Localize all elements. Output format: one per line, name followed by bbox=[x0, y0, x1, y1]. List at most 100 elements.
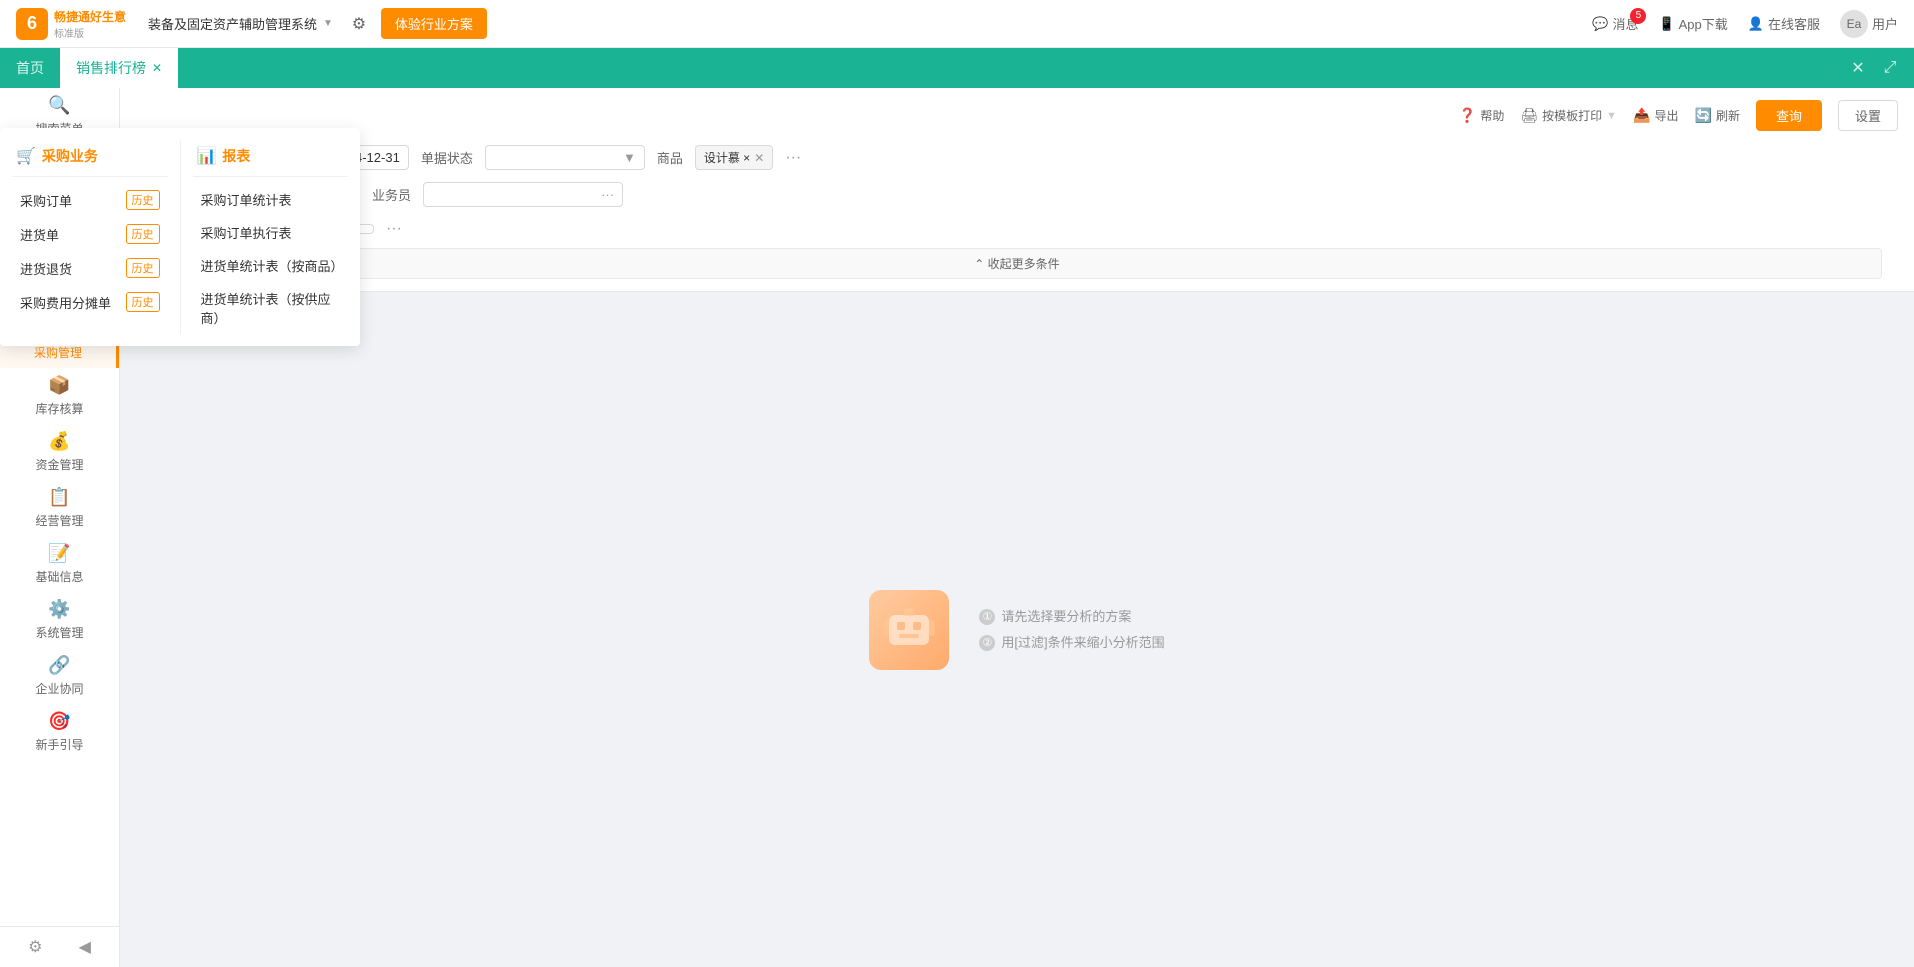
logo-icon: 6 bbox=[16, 8, 48, 40]
dropdown-purchase-col: 🛒 采购业务 采购订单 历史 进货单 历史 进货退货 历史 bbox=[0, 140, 180, 334]
sidebar-item-inventory[interactable]: 📦 库存核算 bbox=[0, 368, 119, 424]
sidebar-item-finance[interactable]: 💰 资金管理 bbox=[0, 424, 119, 480]
doc-status-arrow: ▼ bbox=[623, 150, 636, 165]
top-header: 6 畅捷通好生意 标准版 装备及固定资产辅助管理系统 ▼ ⚙ 体验行业方案 💬 … bbox=[0, 0, 1914, 48]
sidebar-collapse-button[interactable]: ◀ bbox=[79, 937, 91, 957]
dropdown-purchase-header: 🛒 采购业务 bbox=[12, 140, 168, 177]
system-title-arrow: ▼ bbox=[323, 18, 333, 29]
message-icon: 💬 bbox=[1592, 16, 1608, 32]
goods-tag: 设计慕 × ✕ bbox=[695, 145, 773, 170]
set-button[interactable]: 设置 bbox=[1838, 100, 1898, 131]
basic-info-icon: 📝 bbox=[48, 543, 70, 564]
empty-state: ① 请先选择要分析的方案 ② 用[过滤]条件来缩小分析范围 bbox=[120, 292, 1914, 967]
content-area: ❓ 帮助 🖨 按模板打印 ▼ 📤 导出 🔄 刷新 查询 设置 bbox=[120, 88, 1914, 967]
user-item[interactable]: Ea 用户 bbox=[1840, 10, 1898, 38]
history-badge-2: 历史 bbox=[126, 258, 160, 278]
collapse-button[interactable]: ⌃ 收起更多条件 bbox=[152, 248, 1882, 279]
avatar: Ea bbox=[1840, 10, 1868, 38]
main-layout: 🔍 搜索菜单 🏠 快捷导航 📢 营销推广 📊 销售管理 🛒 采购管理 📦 库存核… bbox=[0, 88, 1914, 967]
sidebar-bottom: ⚙ ◀ bbox=[0, 926, 119, 967]
dropdown-cols: 🛒 采购业务 采购订单 历史 进货单 历史 进货退货 历史 bbox=[0, 140, 360, 334]
print-arrow: ▼ bbox=[1606, 110, 1617, 122]
sidebar-item-basic-info[interactable]: 📝 基础信息 bbox=[0, 536, 119, 592]
dropdown-report-col: 📊 报表 采购订单统计表 采购订单执行表 进货单统计表（按商品） 进货单统计表（… bbox=[180, 140, 361, 334]
tabs-bar-right: ✕ ⤢ bbox=[1846, 56, 1914, 80]
online-service-item[interactable]: 👤 在线客服 bbox=[1748, 14, 1820, 33]
settings-icon-button[interactable]: ⚙ bbox=[345, 10, 373, 38]
filter-row-2: 排名项目 金额 ▼ 业务员 ··· bbox=[136, 180, 1898, 209]
print-button[interactable]: 🖨 按模板打印 ▼ bbox=[1520, 107, 1617, 124]
operations-icon: 📋 bbox=[48, 487, 70, 508]
dropdown-item-order-stat[interactable]: 采购订单统计表 bbox=[193, 183, 349, 216]
help-button[interactable]: ❓ 帮助 bbox=[1459, 107, 1504, 124]
system-title[interactable]: 装备及固定资产辅助管理系统 ▼ bbox=[136, 14, 345, 33]
export-button[interactable]: 📤 导出 bbox=[1633, 107, 1678, 124]
dropdown-item-incoming-stat-goods[interactable]: 进货单统计表（按商品） bbox=[193, 249, 349, 282]
dropdown-item-incoming-stat-supplier[interactable]: 进货单统计表（按供应商） bbox=[193, 282, 349, 334]
tab-home[interactable]: 首页 bbox=[0, 48, 60, 88]
tab-maximize[interactable]: ⤢ bbox=[1878, 56, 1902, 80]
dropdown-item-cost[interactable]: 采购费用分摊单 历史 bbox=[12, 285, 168, 319]
sidebar-settings-button[interactable]: ⚙ bbox=[28, 937, 42, 957]
empty-content: ① 请先选择要分析的方案 ② 用[过滤]条件来缩小分析范围 bbox=[869, 590, 1164, 670]
filter-bar: ❓ 帮助 🖨 按模板打印 ▼ 📤 导出 🔄 刷新 查询 设置 bbox=[120, 88, 1914, 292]
dropdown-item-return[interactable]: 进货退货 历史 bbox=[12, 251, 168, 285]
goods-label: 商品 bbox=[657, 148, 683, 167]
inventory-icon: 📦 bbox=[48, 375, 70, 396]
dropdown-report-header: 📊 报表 bbox=[193, 140, 349, 177]
search-menu-icon: 🔍 bbox=[48, 95, 70, 116]
tab-sales-rank[interactable]: 销售排行榜 ✕ bbox=[60, 48, 178, 88]
messages-item[interactable]: 💬 消息 5 bbox=[1592, 14, 1638, 33]
filter-row-3: 客户 ··· bbox=[136, 219, 1898, 238]
filter-toolbar: ❓ 帮助 🖨 按模板打印 ▼ 📤 导出 🔄 刷新 查询 设置 bbox=[136, 100, 1898, 131]
report-col-icon: 📊 bbox=[197, 146, 217, 166]
tip-num-1: ① bbox=[979, 609, 995, 625]
refresh-icon: 🔄 bbox=[1695, 107, 1712, 124]
logo-area: 6 畅捷通好生意 标准版 bbox=[16, 8, 136, 40]
guide-icon: 🎯 bbox=[48, 711, 70, 732]
goods-dots[interactable]: ··· bbox=[785, 149, 801, 167]
message-badge: 5 bbox=[1630, 8, 1646, 24]
tab-close-all[interactable]: ✕ bbox=[1846, 56, 1870, 80]
goods-tag-close[interactable]: ✕ bbox=[754, 151, 764, 165]
print-icon: 🖨 bbox=[1520, 107, 1538, 124]
history-badge-0: 历史 bbox=[126, 190, 160, 210]
query-button[interactable]: 查询 bbox=[1756, 100, 1822, 131]
filter-row-1: 近7天 更多 自定义 ~ 2024-12-31 单据状态 ▼ 商品 设计慕 × … bbox=[136, 145, 1898, 170]
tabs-bar: 首页 销售排行榜 ✕ ✕ ⤢ bbox=[0, 48, 1914, 88]
dropdown-item-purchase-order[interactable]: 采购订单 历史 bbox=[12, 183, 168, 217]
salesperson-select[interactable]: ··· bbox=[423, 182, 623, 207]
empty-tip-2: ② 用[过滤]条件来缩小分析范围 bbox=[979, 630, 1164, 656]
dropdown-item-incoming[interactable]: 进货单 历史 bbox=[12, 217, 168, 251]
empty-robot-icon bbox=[869, 590, 949, 670]
sidebar-item-enterprise[interactable]: 🔗 企业协同 bbox=[0, 648, 119, 704]
phone-icon: 📱 bbox=[1658, 16, 1674, 32]
app-download-item[interactable]: 📱 App下载 bbox=[1658, 14, 1727, 33]
customer-dots[interactable]: ··· bbox=[386, 220, 402, 238]
doc-status-select[interactable]: ▼ bbox=[485, 145, 645, 170]
service-icon: 👤 bbox=[1748, 16, 1764, 32]
finance-icon: 💰 bbox=[48, 431, 70, 452]
sidebar: 🔍 搜索菜单 🏠 快捷导航 📢 营销推广 📊 销售管理 🛒 采购管理 📦 库存核… bbox=[0, 88, 120, 967]
doc-status-label: 单据状态 bbox=[421, 148, 473, 167]
empty-tip-1: ① 请先选择要分析的方案 bbox=[979, 604, 1164, 630]
export-icon: 📤 bbox=[1633, 107, 1650, 124]
industry-button[interactable]: 体验行业方案 bbox=[381, 8, 487, 39]
dropdown-menu: 🛒 采购业务 采购订单 历史 进货单 历史 进货退货 历史 bbox=[0, 128, 360, 346]
history-badge-1: 历史 bbox=[126, 224, 160, 244]
tip-num-2: ② bbox=[979, 635, 995, 651]
system-icon: ⚙️ bbox=[48, 599, 70, 620]
help-icon: ❓ bbox=[1459, 107, 1476, 124]
refresh-button[interactable]: 🔄 刷新 bbox=[1695, 107, 1740, 124]
header-right: 💬 消息 5 📱 App下载 👤 在线客服 Ea 用户 bbox=[1592, 10, 1898, 38]
tab-close-icon[interactable]: ✕ bbox=[152, 61, 162, 75]
logo-text: 畅捷通好生意 标准版 bbox=[54, 8, 126, 40]
history-badge-3: 历史 bbox=[126, 292, 160, 312]
sidebar-item-system[interactable]: ⚙️ 系统管理 bbox=[0, 592, 119, 648]
empty-tips: ① 请先选择要分析的方案 ② 用[过滤]条件来缩小分析范围 bbox=[979, 604, 1164, 656]
dropdown-item-order-exec[interactable]: 采购订单执行表 bbox=[193, 216, 349, 249]
sidebar-item-guide[interactable]: 🎯 新手引导 bbox=[0, 704, 119, 760]
salesperson-label: 业务员 bbox=[372, 185, 411, 204]
enterprise-icon: 🔗 bbox=[48, 655, 70, 676]
sidebar-item-operations[interactable]: 📋 经营管理 bbox=[0, 480, 119, 536]
